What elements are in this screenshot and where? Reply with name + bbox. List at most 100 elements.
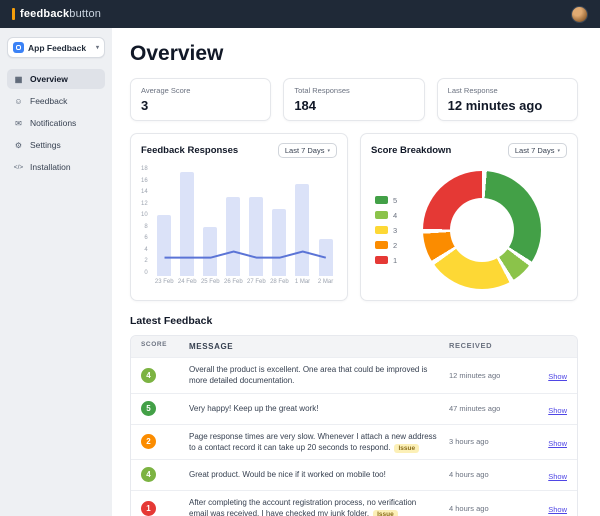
donut-legend: 5 4 3 2 1 — [375, 196, 397, 265]
overview-icon: ▦ — [14, 74, 23, 84]
code-icon: </> — [13, 163, 24, 171]
feedback-message: Overall the product is excellent. One ar… — [189, 365, 428, 386]
sidebar-nav: ▦ Overview ☺ Feedback ✉ Notifications ⚙ … — [7, 69, 105, 177]
chevron-down-icon: ▾ — [327, 147, 330, 154]
stat-card-last-response: Last Response 12 minutes ago — [436, 78, 578, 121]
project-icon — [13, 42, 24, 53]
project-selector[interactable]: App Feedback ▾ — [7, 37, 105, 58]
sidebar-item-settings[interactable]: ⚙ Settings — [7, 135, 105, 155]
bar-24 Feb — [180, 172, 195, 276]
score-breakdown-card: Score Breakdown Last 7 Days ▾ 5 4 3 2 1 — [360, 133, 578, 301]
sidebar-item-label: Feedback — [30, 96, 68, 106]
stat-card-average-score: Average Score 3 — [130, 78, 272, 121]
bar-26 Feb — [226, 196, 241, 276]
stats-row: Average Score 3 Total Responses 184 Last… — [130, 78, 578, 121]
feedback-table-body: 4 Overall the product is excellent. One … — [131, 357, 577, 516]
show-link[interactable]: Show — [548, 472, 567, 481]
sidebar-item-label: Overview — [30, 74, 68, 84]
sidebar: App Feedback ▾ ▦ Overview ☺ Feedback ✉ N… — [0, 28, 112, 516]
issue-badge: Issue — [394, 443, 420, 453]
bar-28 Feb — [272, 208, 287, 276]
chart-title: Score Breakdown — [371, 145, 452, 156]
stat-value: 3 — [141, 98, 149, 113]
feedback-responses-card: Feedback Responses Last 7 Days ▾ 18 16 14 1… — [130, 133, 348, 301]
chevron-down-icon: ▾ — [557, 147, 560, 154]
sidebar-item-label: Notifications — [30, 118, 77, 128]
bar-2 Mar — [318, 239, 333, 276]
score-badge: 4 — [141, 367, 156, 383]
sidebar-item-notifications[interactable]: ✉ Notifications — [7, 113, 105, 133]
show-link[interactable]: Show — [548, 505, 567, 514]
stat-value: 184 — [294, 98, 317, 113]
received-time: 4 hours ago — [449, 470, 489, 480]
logo-text: feedbackbutton — [20, 8, 102, 20]
stat-label: Average Score — [141, 86, 191, 95]
bar-chart-x-axis: 23 Feb 24 Feb 25 Feb 26 Feb 27 Feb 28 Feb 1 Ma… — [154, 279, 334, 285]
feedback-message: After completing the account registratio… — [189, 497, 449, 516]
page-title: Overview — [130, 42, 224, 65]
section-title: Latest Feedback — [130, 315, 213, 327]
stat-label: Total Responses — [294, 86, 350, 95]
received-time: 3 hours ago — [449, 437, 489, 447]
show-link[interactable]: Show — [548, 439, 567, 448]
app-logo: feedbackbutton — [12, 8, 101, 20]
table-row: 2 Page response times are very slow. Whe… — [131, 423, 577, 459]
score-badge: 2 — [141, 434, 156, 450]
bar-chart-plot — [153, 166, 337, 276]
score-badge: 4 — [141, 467, 156, 483]
column-header-score: Score — [141, 341, 168, 348]
stat-card-total-responses: Total Responses 184 — [283, 78, 425, 121]
bar-25 Feb — [203, 227, 218, 276]
gear-icon: ⚙ — [14, 140, 23, 150]
show-link[interactable]: Show — [548, 372, 567, 381]
sidebar-item-feedback[interactable]: ☺ Feedback — [7, 91, 105, 111]
chart-title: Feedback Responses — [141, 145, 239, 156]
legend-item: 3 — [375, 226, 397, 235]
column-header-actions — [533, 341, 567, 352]
column-header-received: Received — [449, 341, 493, 350]
feedback-message: Great product. Would be nice if it worke… — [189, 470, 386, 480]
topbar: feedbackbutton — [0, 0, 600, 28]
table-row: 4 Overall the product is excellent. One … — [131, 357, 577, 393]
charts-row: Feedback Responses Last 7 Days ▾ 18 16 14 1… — [130, 133, 578, 301]
legend-item: 2 — [375, 241, 397, 250]
logo-accent-bar — [12, 8, 15, 20]
table-row: 4 Great product. Would be nice if it wor… — [131, 458, 577, 490]
table-row: 1 After completing the account registrat… — [131, 489, 577, 516]
bar-chart: 18 16 14 12 10 8 6 4 2 0 23 Feb 24 Feb 25 Feb 26 Feb… — [141, 166, 337, 285]
user-avatar[interactable] — [571, 5, 588, 23]
sidebar-item-overview[interactable]: ▦ Overview — [7, 69, 105, 89]
range-select-button[interactable]: Last 7 Days ▾ — [277, 143, 337, 158]
legend-item: 1 — [375, 256, 397, 265]
sidebar-item-label: Installation — [30, 162, 71, 172]
main-content: Overview Average Score 3 Total Responses… — [112, 28, 600, 516]
table-header: Score Message Received — [131, 336, 577, 358]
received-time: 4 hours ago — [449, 503, 489, 513]
column-header-message: Message — [189, 342, 234, 351]
legend-item: 4 — [375, 211, 397, 220]
table-row: 5 Very happy! Keep up the great work! 47… — [131, 392, 577, 424]
range-select-button[interactable]: Last 7 Days ▾ — [507, 143, 567, 158]
legend-item: 5 — [375, 196, 397, 205]
project-selector-label: App Feedback — [28, 42, 87, 53]
score-badge: 5 — [141, 401, 156, 417]
bar-chart-y-axis: 18 16 14 12 10 8 6 4 2 0 — [141, 166, 148, 276]
stat-label: Last Response — [447, 86, 498, 95]
bar-27 Feb — [249, 196, 264, 276]
stat-value: 12 minutes ago — [447, 98, 543, 113]
chevron-down-icon: ▾ — [95, 45, 99, 51]
issue-badge: Issue — [373, 510, 398, 516]
score-badge: 1 — [141, 500, 156, 516]
show-link[interactable]: Show — [548, 406, 567, 415]
bar-1 Mar — [295, 184, 310, 276]
received-time: 12 minutes ago — [449, 370, 501, 380]
sidebar-item-installation[interactable]: </> Installation — [7, 157, 105, 177]
envelope-icon: ✉ — [15, 118, 22, 128]
smiley-icon: ☺ — [14, 96, 23, 106]
feedback-table: Score Message Received 4 Overall the pro… — [130, 335, 578, 516]
sidebar-item-label: Settings — [30, 140, 61, 150]
feedback-message: Page response times are very slow. Whene… — [189, 431, 437, 453]
donut-chart — [423, 171, 542, 289]
feedback-message: Very happy! Keep up the great work! — [189, 403, 319, 413]
received-time: 47 minutes ago — [449, 404, 501, 414]
